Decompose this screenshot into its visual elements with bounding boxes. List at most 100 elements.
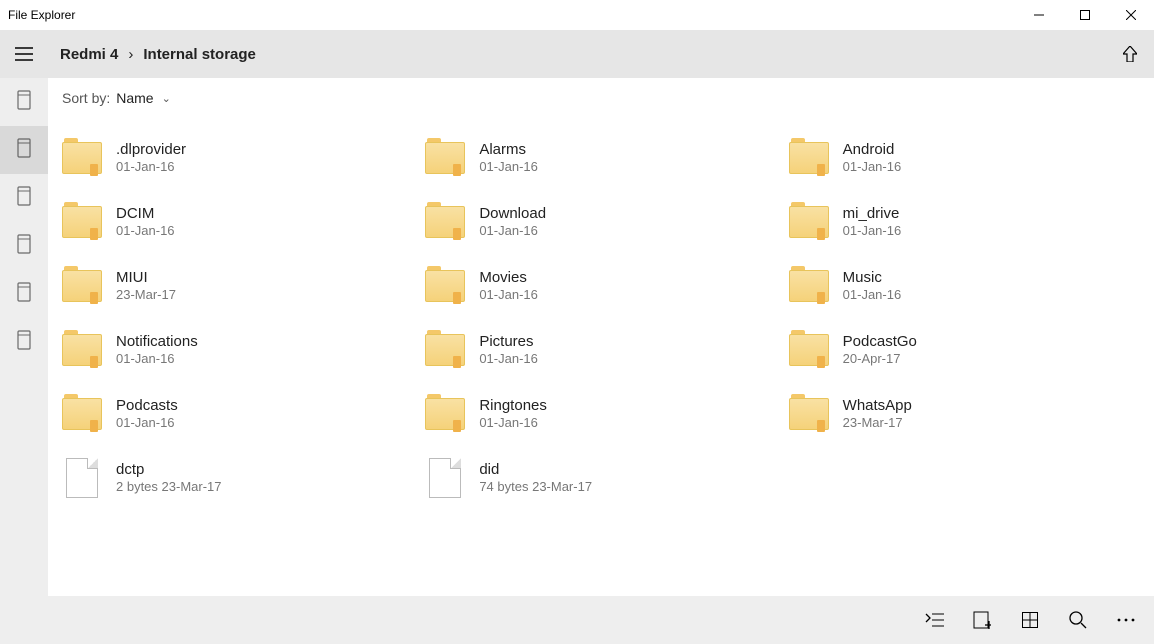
sidebar-item-phone[interactable] <box>0 126 48 174</box>
folder-icon <box>425 202 465 242</box>
title-bar: File Explorer <box>0 0 1154 30</box>
breadcrumb-item[interactable]: Internal storage <box>139 46 260 63</box>
content-pane: Sort by: Name ⌄ .dlprovider01-Jan-16Alar… <box>48 78 1154 644</box>
folder-item[interactable]: PodcastGo20-Apr-17 <box>787 318 1142 382</box>
hamburger-button[interactable] <box>0 30 48 78</box>
item-meta: 01-Jan-16 <box>843 159 902 175</box>
item-meta: 01-Jan-16 <box>479 351 538 367</box>
item-name: Movies <box>479 269 538 288</box>
folder-icon <box>62 202 102 242</box>
more-button[interactable] <box>1102 596 1150 644</box>
chevron-down-icon: ⌄ <box>162 92 171 105</box>
item-name: PodcastGo <box>843 333 917 352</box>
close-button[interactable] <box>1108 0 1154 30</box>
item-meta: 01-Jan-16 <box>479 223 546 239</box>
folder-item[interactable]: Music01-Jan-16 <box>787 254 1142 318</box>
sort-value: Name <box>116 90 153 106</box>
drive-icon <box>17 186 31 211</box>
item-name: Podcasts <box>116 397 178 416</box>
folder-item[interactable]: Pictures01-Jan-16 <box>423 318 778 382</box>
view-tiles-button[interactable] <box>1006 596 1054 644</box>
file-item[interactable]: did74 bytes 23-Mar-17 <box>423 446 778 510</box>
item-meta: 01-Jan-16 <box>479 415 547 431</box>
folder-icon <box>789 266 829 306</box>
folder-item[interactable]: Notifications01-Jan-16 <box>60 318 415 382</box>
item-meta: 2 bytes 23-Mar-17 <box>116 479 222 495</box>
search-button[interactable] <box>1054 596 1102 644</box>
window-title: File Explorer <box>8 8 75 22</box>
item-meta: 74 bytes 23-Mar-17 <box>479 479 592 495</box>
folder-item[interactable]: Movies01-Jan-16 <box>423 254 778 318</box>
item-meta: 01-Jan-16 <box>116 415 178 431</box>
maximize-button[interactable] <box>1062 0 1108 30</box>
chevron-right-icon: › <box>122 46 139 63</box>
item-name: Alarms <box>479 141 538 160</box>
file-icon <box>62 458 102 498</box>
folder-item[interactable]: DCIM01-Jan-16 <box>60 190 415 254</box>
item-meta: 20-Apr-17 <box>843 351 917 367</box>
folder-item[interactable]: WhatsApp23-Mar-17 <box>787 382 1142 446</box>
drive-icon <box>17 234 31 259</box>
item-meta: 01-Jan-16 <box>479 287 538 303</box>
drive-icon <box>17 138 31 163</box>
item-meta: 01-Jan-16 <box>843 223 902 239</box>
item-meta: 01-Jan-16 <box>479 159 538 175</box>
file-icon <box>425 458 465 498</box>
item-name: Android <box>843 141 902 160</box>
sidebar-item-drive3[interactable] <box>0 270 48 318</box>
command-bar <box>48 596 1154 644</box>
folder-item[interactable]: Ringtones01-Jan-16 <box>423 382 778 446</box>
folder-icon <box>425 330 465 370</box>
sidebar-item-drive4[interactable] <box>0 318 48 366</box>
sidebar <box>0 78 48 644</box>
folder-item[interactable]: Download01-Jan-16 <box>423 190 778 254</box>
item-meta: 01-Jan-16 <box>116 223 175 239</box>
folder-icon <box>789 202 829 242</box>
sort-control[interactable]: Sort by: Name ⌄ <box>48 78 1154 118</box>
item-name: dctp <box>116 461 222 480</box>
sidebar-item-drive2[interactable] <box>0 222 48 270</box>
sidebar-item-drive1[interactable] <box>0 174 48 222</box>
folder-icon <box>789 330 829 370</box>
item-grid: .dlprovider01-Jan-16Alarms01-Jan-16Andro… <box>48 118 1154 644</box>
up-button[interactable] <box>1106 30 1154 78</box>
folder-icon <box>425 394 465 434</box>
breadcrumb: Redmi 4 › Internal storage <box>48 46 260 63</box>
folder-item[interactable]: .dlprovider01-Jan-16 <box>60 126 415 190</box>
main-area: Sort by: Name ⌄ .dlprovider01-Jan-16Alar… <box>0 78 1154 644</box>
select-toggle-button[interactable] <box>910 596 958 644</box>
item-meta: 01-Jan-16 <box>116 159 186 175</box>
folder-item[interactable]: Alarms01-Jan-16 <box>423 126 778 190</box>
folder-icon <box>789 394 829 434</box>
drive-icon <box>17 282 31 307</box>
folder-icon <box>62 394 102 434</box>
item-name: Pictures <box>479 333 538 352</box>
item-meta: 23-Mar-17 <box>116 287 176 303</box>
item-name: WhatsApp <box>843 397 912 416</box>
drive-icon <box>17 90 31 115</box>
item-meta: 01-Jan-16 <box>116 351 198 367</box>
folder-icon <box>789 138 829 178</box>
minimize-button[interactable] <box>1016 0 1062 30</box>
sort-label: Sort by: <box>62 90 110 106</box>
folder-item[interactable]: Podcasts01-Jan-16 <box>60 382 415 446</box>
folder-item[interactable]: mi_drive01-Jan-16 <box>787 190 1142 254</box>
new-folder-button[interactable] <box>958 596 1006 644</box>
item-name: Notifications <box>116 333 198 352</box>
item-name: Music <box>843 269 902 288</box>
folder-icon <box>425 138 465 178</box>
folder-icon <box>425 266 465 306</box>
folder-icon <box>62 266 102 306</box>
nav-bar: Redmi 4 › Internal storage <box>0 30 1154 78</box>
item-name: Download <box>479 205 546 224</box>
item-name: MIUI <box>116 269 176 288</box>
item-name: mi_drive <box>843 205 902 224</box>
item-name: DCIM <box>116 205 175 224</box>
folder-icon <box>62 330 102 370</box>
item-meta: 01-Jan-16 <box>843 287 902 303</box>
folder-item[interactable]: MIUI23-Mar-17 <box>60 254 415 318</box>
sidebar-item-computer[interactable] <box>0 78 48 126</box>
breadcrumb-item[interactable]: Redmi 4 <box>56 46 122 63</box>
file-item[interactable]: dctp2 bytes 23-Mar-17 <box>60 446 415 510</box>
folder-item[interactable]: Android01-Jan-16 <box>787 126 1142 190</box>
